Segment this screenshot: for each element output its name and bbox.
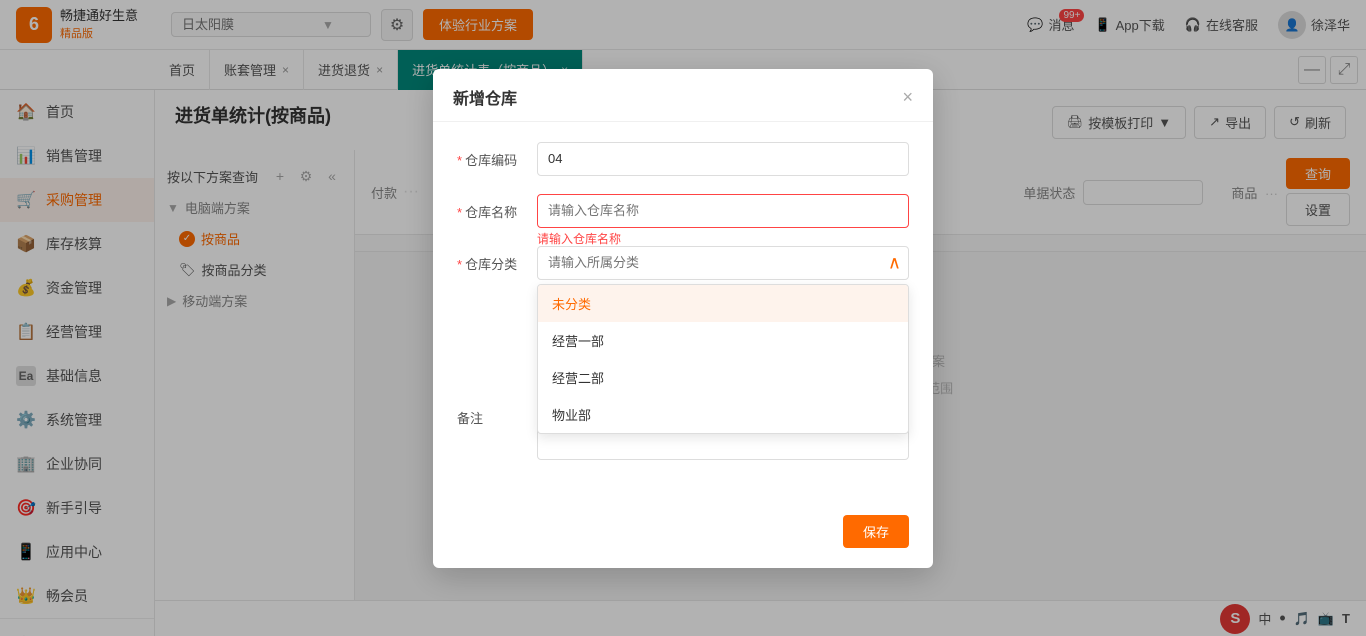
- warehouse-code-input[interactable]: [537, 142, 909, 176]
- category-dropdown: 未分类 经营一部 经营二部 物业部: [537, 284, 909, 434]
- warehouse-code-field: [537, 142, 909, 176]
- note-label: 备注: [457, 400, 537, 427]
- modal-footer: 保存: [433, 503, 933, 568]
- warehouse-name-field: 请输入仓库名称: [537, 194, 909, 228]
- dropdown-item-unclassified[interactable]: 未分类: [538, 285, 908, 322]
- category-arrow-up-icon[interactable]: ∧: [888, 252, 901, 273]
- add-warehouse-modal: 新增仓库 × 仓库编码 仓库名称 请输入仓库名称 仓库分类: [433, 69, 933, 568]
- dropdown-item-dept1[interactable]: 经营一部: [538, 322, 908, 359]
- save-button[interactable]: 保存: [843, 515, 909, 548]
- warehouse-name-error: 请输入仓库名称: [537, 230, 621, 247]
- modal-overlay[interactable]: 新增仓库 × 仓库编码 仓库名称 请输入仓库名称 仓库分类: [0, 0, 1366, 636]
- warehouse-category-label: 仓库分类: [457, 246, 537, 273]
- modal-body: 仓库编码 仓库名称 请输入仓库名称 仓库分类 ∧: [433, 122, 933, 503]
- modal-close-button[interactable]: ×: [902, 88, 913, 106]
- warehouse-code-row: 仓库编码: [457, 142, 909, 176]
- warehouse-category-input[interactable]: [537, 246, 909, 280]
- warehouse-category-row: 仓库分类 ∧ 未分类 经营一部 经营二部 物业部: [457, 246, 909, 280]
- warehouse-name-row: 仓库名称 请输入仓库名称: [457, 194, 909, 228]
- modal-header: 新增仓库 ×: [433, 69, 933, 122]
- warehouse-name-input[interactable]: [537, 194, 909, 228]
- warehouse-name-label: 仓库名称: [457, 194, 537, 221]
- warehouse-category-field: ∧ 未分类 经营一部 经营二部 物业部: [537, 246, 909, 280]
- dropdown-item-dept3[interactable]: 物业部: [538, 396, 908, 433]
- dropdown-item-dept2[interactable]: 经营二部: [538, 359, 908, 396]
- warehouse-code-label: 仓库编码: [457, 142, 537, 169]
- modal-title: 新增仓库: [453, 85, 517, 109]
